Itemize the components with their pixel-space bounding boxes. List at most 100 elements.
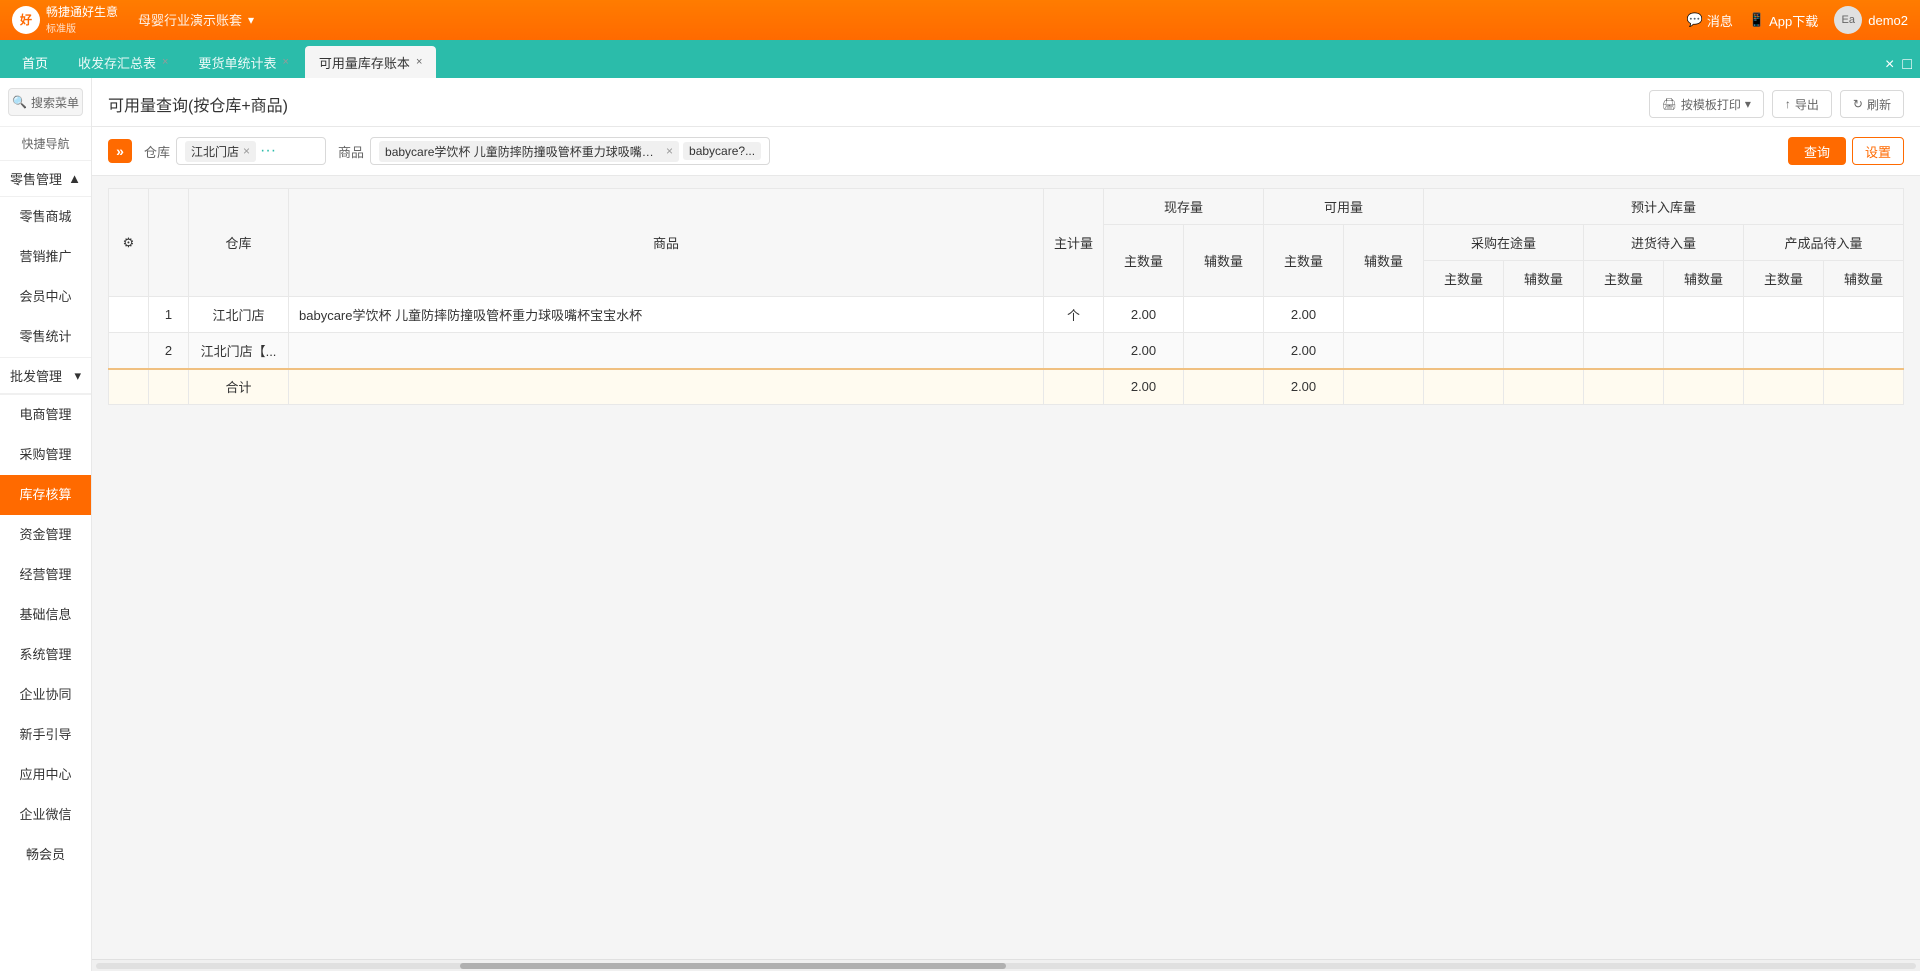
- row1-product: babycare学饮杯 儿童防摔防撞吸管杯重力球吸嘴杯宝宝水杯: [289, 297, 1044, 333]
- th-incoming-aux: 辅数量: [1664, 261, 1744, 297]
- row1-stock-aux: [1184, 297, 1264, 333]
- tab-receive-send-close[interactable]: ×: [162, 56, 168, 68]
- product-tag-more-value: babycare?...: [689, 144, 755, 158]
- th-settings[interactable]: ⚙: [109, 189, 149, 297]
- th-production-aux: 辅数量: [1824, 261, 1904, 297]
- total-production-main: [1744, 369, 1824, 405]
- industry-selector[interactable]: 母婴行业演示账套 ▾: [138, 10, 254, 29]
- product-label: 商品: [338, 142, 364, 161]
- search-menu-button[interactable]: 🔍 搜索菜单: [8, 88, 83, 116]
- row1-purchase-aux: [1504, 297, 1584, 333]
- sidebar-item-retail-shop[interactable]: 零售商城: [0, 197, 91, 237]
- row1-avail-aux: [1344, 297, 1424, 333]
- query-button[interactable]: 查询: [1788, 137, 1846, 165]
- app-download-label: App下载: [1769, 11, 1818, 30]
- row1-warehouse: 江北门店: [189, 297, 289, 333]
- table-container[interactable]: ⚙ 仓库 商品 主计量 现存量 可用量 预计入库量 主数量 辅数量 主数量: [92, 176, 1920, 959]
- row1-incoming-main: [1584, 297, 1664, 333]
- row2-production-main: [1744, 333, 1824, 369]
- top-bar: 好 畅捷通好生意 标准版 母婴行业演示账套 ▾ 💬 消息 📱 App下载 Ea …: [0, 0, 1920, 40]
- th-stock-group: 现存量: [1104, 189, 1264, 225]
- total-production-aux: [1824, 369, 1904, 405]
- sidebar-item-newuser[interactable]: 新手引导: [0, 715, 91, 755]
- sidebar-item-business[interactable]: 经营管理: [0, 555, 91, 595]
- wholesale-arrow: ▾: [74, 368, 81, 384]
- sidebar-item-finance[interactable]: 资金管理: [0, 515, 91, 555]
- sidebar-item-system[interactable]: 系统管理: [0, 635, 91, 675]
- warehouse-tag-remove[interactable]: ×: [243, 144, 250, 158]
- window-maximize-button[interactable]: □: [1902, 56, 1912, 74]
- app-download-button[interactable]: 📱 App下载: [1749, 11, 1818, 30]
- th-warehouse: 仓库: [189, 189, 289, 297]
- export-button[interactable]: ↑ 导出: [1772, 90, 1832, 118]
- refresh-button[interactable]: ↻ 刷新: [1840, 90, 1904, 118]
- sidebar-item-retail-stats[interactable]: 零售统计: [0, 317, 91, 357]
- tab-order-stats[interactable]: 要货单统计表 ×: [184, 46, 302, 78]
- sidebar-item-purchase[interactable]: 采购管理: [0, 435, 91, 475]
- industry-chevron: ▾: [248, 13, 254, 27]
- th-stock-main: 主数量: [1104, 225, 1184, 297]
- th-available-group: 可用量: [1264, 189, 1424, 225]
- print-button[interactable]: 🖨 按模板打印 ▾: [1649, 90, 1764, 118]
- total-stock-main: 2.00: [1104, 369, 1184, 405]
- sidebar-item-member-center[interactable]: 会员中心: [0, 277, 91, 317]
- page-title: 可用量查询(按仓库+商品): [108, 92, 288, 116]
- total-avail-main: 2.00: [1264, 369, 1344, 405]
- th-incoming-main: 主数量: [1584, 261, 1664, 297]
- sidebar-item-member[interactable]: 畅会员: [0, 835, 91, 875]
- row1-no: 1: [149, 297, 189, 333]
- message-button[interactable]: 💬 消息: [1687, 11, 1733, 30]
- row2-purchase-main: [1424, 333, 1504, 369]
- sidebar-item-marketing[interactable]: 营销推广: [0, 237, 91, 277]
- warehouse-tag: 江北门店 ×: [185, 141, 256, 162]
- total-label: 合计: [189, 369, 289, 405]
- tab-home[interactable]: 首页: [8, 46, 62, 78]
- setting-button[interactable]: 设置: [1852, 137, 1904, 165]
- th-stock-aux: 辅数量: [1184, 225, 1264, 297]
- window-close-button[interactable]: ×: [1885, 56, 1894, 74]
- product-tag-value: babycare学饮杯 儿童防摔防撞吸管杯重力球吸嘴杯宝宝水杯: [385, 143, 662, 160]
- warehouse-input[interactable]: 江北门店 × ···: [176, 137, 326, 165]
- row2-stock-main: 2.00: [1104, 333, 1184, 369]
- page-header: 可用量查询(按仓库+商品) 🖨 按模板打印 ▾ ↑ 导出 ↻ 刷新: [92, 78, 1920, 127]
- print-label: 按模板打印: [1681, 96, 1741, 113]
- tab-receive-send[interactable]: 收发存汇总表 ×: [64, 46, 182, 78]
- row1-incoming-aux: [1664, 297, 1744, 333]
- th-production-group: 产成品待入量: [1744, 225, 1904, 261]
- row2-product: [289, 333, 1044, 369]
- sidebar-item-retail[interactable]: 零售管理 ▲: [0, 161, 91, 197]
- product-tag-more: babycare?...: [683, 142, 761, 160]
- user-area[interactable]: Ea demo2: [1834, 6, 1908, 34]
- warehouse-tag-value: 江北门店: [191, 143, 239, 160]
- th-production-main: 主数量: [1744, 261, 1824, 297]
- sidebar-item-appcenter[interactable]: 应用中心: [0, 755, 91, 795]
- warehouse-filter: 仓库 江北门店 × ···: [144, 137, 326, 165]
- sidebar-item-wechat[interactable]: 企业微信: [0, 795, 91, 835]
- nav-window-controls: × □: [1885, 56, 1912, 78]
- sidebar-item-quick-nav[interactable]: 快捷导航: [0, 127, 91, 161]
- row1-avail-main: 2.00: [1264, 297, 1344, 333]
- product-input[interactable]: babycare学饮杯 儿童防摔防撞吸管杯重力球吸嘴杯宝宝水杯 × babyca…: [370, 137, 770, 165]
- tab-available-stock-label: 可用量库存账本: [319, 53, 410, 72]
- sidebar-item-enterprise[interactable]: 企业协同: [0, 675, 91, 715]
- sidebar-item-basic[interactable]: 基础信息: [0, 595, 91, 635]
- sidebar-item-inventory[interactable]: 库存核算: [0, 475, 91, 515]
- scrollbar-thumb[interactable]: [460, 963, 1006, 969]
- main-layout: 🔍 搜索菜单 快捷导航 零售管理 ▲ 零售商城 营销推广 会员中心 零售统计 批…: [0, 78, 1920, 971]
- refresh-label: 刷新: [1867, 96, 1891, 113]
- total-row: 合计 2.00 2.00: [109, 369, 1904, 405]
- filter-actions: 查询 设置: [1788, 137, 1904, 165]
- filter-toggle-button[interactable]: »: [108, 139, 132, 163]
- sidebar-item-ecommerce[interactable]: 电商管理: [0, 395, 91, 435]
- print-chevron: ▾: [1745, 97, 1751, 111]
- tab-available-stock[interactable]: 可用量库存账本 ×: [305, 46, 436, 78]
- tab-available-stock-close[interactable]: ×: [416, 56, 422, 68]
- horizontal-scrollbar[interactable]: [92, 959, 1920, 971]
- product-tag-remove[interactable]: ×: [666, 144, 673, 158]
- warehouse-more-btn[interactable]: ···: [260, 142, 276, 160]
- sidebar-item-wholesale[interactable]: 批发管理 ▾: [0, 358, 91, 394]
- search-icon: 🔍: [12, 95, 27, 109]
- industry-label: 母婴行业演示账套: [138, 10, 242, 29]
- export-icon: ↑: [1785, 97, 1791, 111]
- tab-order-stats-close[interactable]: ×: [282, 56, 288, 68]
